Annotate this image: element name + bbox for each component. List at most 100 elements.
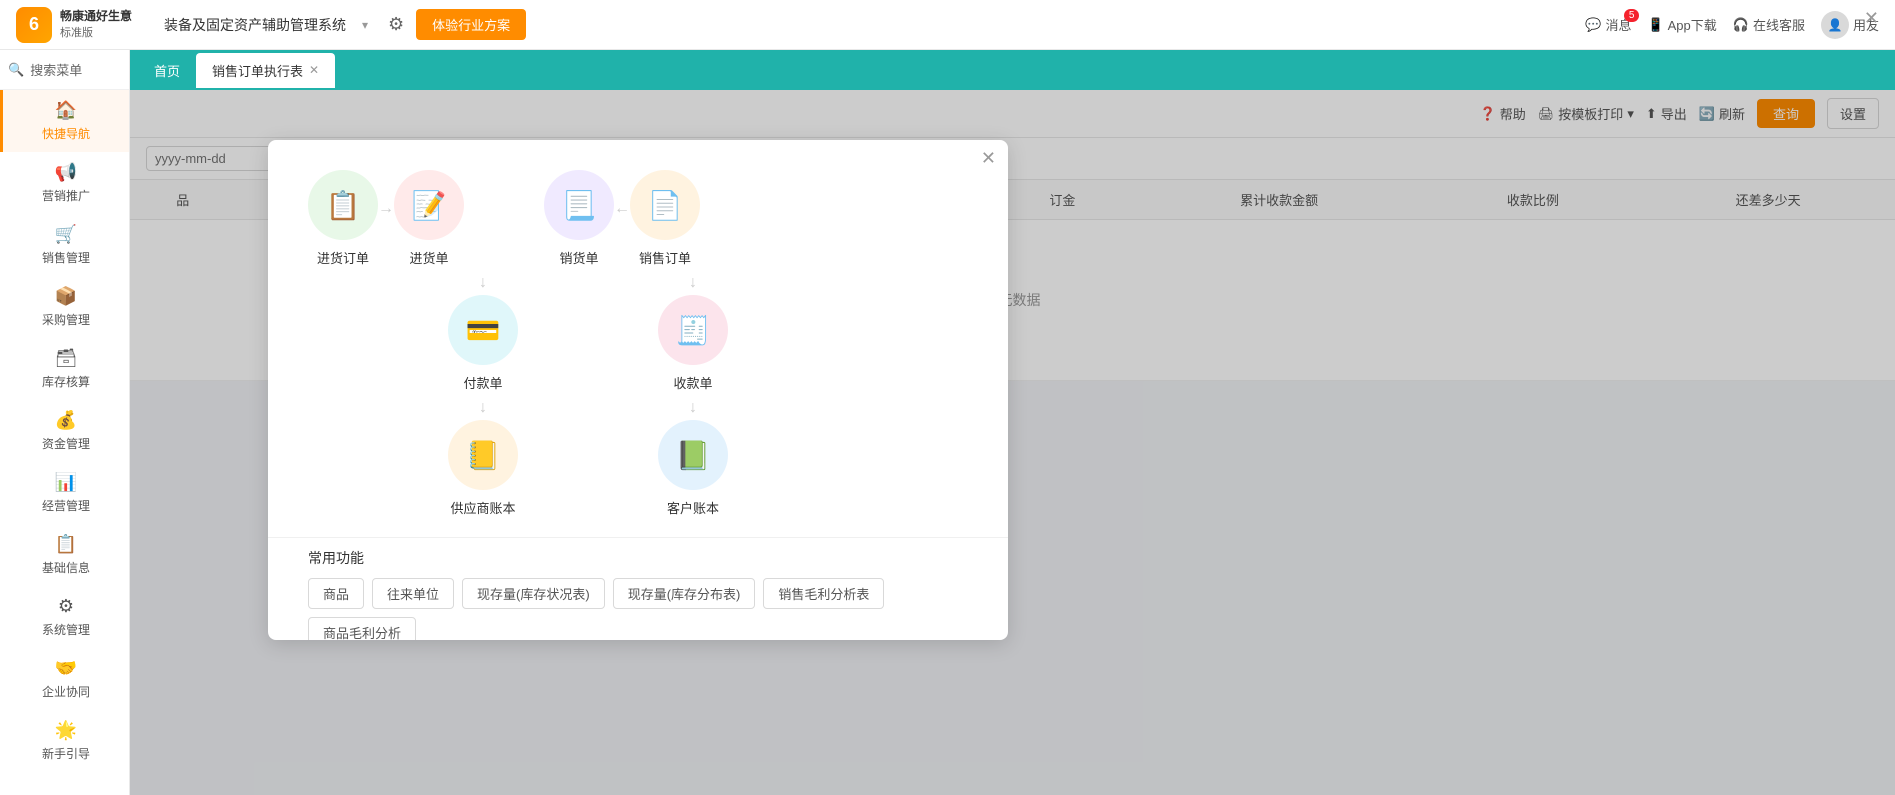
finance-icon: 💰: [55, 410, 77, 431]
supplier-ledger-icon: 📒: [448, 420, 518, 490]
enterprise-label: 企业协同: [42, 683, 90, 700]
search-icon: 🔍: [8, 62, 24, 78]
marketing-label: 营销推广: [42, 187, 90, 204]
purchase-icon: 📦: [55, 286, 77, 307]
purchase-order-label: 进货订单: [317, 248, 369, 267]
sidebar-item-inventory[interactable]: 🗃 库存核算: [0, 338, 129, 400]
tab-close-icon[interactable]: ✕: [309, 63, 319, 77]
sidebar-item-enterprise[interactable]: 🤝 企业协同: [0, 648, 129, 710]
operations-label: 经营管理: [42, 497, 90, 514]
btn-counterpart[interactable]: 往来单位: [372, 578, 454, 609]
sidebar-item-system[interactable]: ⚙ 系统管理: [0, 586, 129, 648]
btn-current-stock-dist[interactable]: 现存量(库存分布表): [613, 578, 756, 609]
newbie-label: 新手引导: [42, 745, 90, 762]
customer-ledger-label: 客户账本: [667, 498, 719, 517]
message-icon: 💬: [1585, 17, 1601, 33]
search-label: 搜索菜单: [30, 60, 82, 79]
supplier-ledger-node: 📒 供应商账本: [448, 420, 518, 517]
common-functions-title: 常用功能: [308, 548, 968, 568]
sidebar-item-finance[interactable]: 💰 资金管理: [0, 400, 129, 462]
app-download-button[interactable]: 📱 App下载: [1647, 15, 1716, 34]
purchase-label: 采购管理: [42, 311, 90, 328]
sales-order-icon: 📄: [630, 170, 700, 240]
trial-button[interactable]: 体验行业方案: [416, 9, 526, 40]
arrow-down-supplier: ↓: [479, 396, 487, 420]
btn-sales-gross-analysis[interactable]: 销售毛利分析表: [763, 578, 884, 609]
message-button[interactable]: 💬 消息 5: [1585, 15, 1631, 34]
logo-text: 畅康通好生意 标准版: [60, 8, 132, 41]
system-title: 装备及固定资产辅助管理系统: [164, 15, 346, 35]
logo-icon: 6: [16, 7, 52, 43]
btn-product[interactable]: 商品: [308, 578, 364, 609]
receipt-slip-node: 🧾 收款单: [658, 295, 728, 392]
logo-area: 6 畅康通好生意 标准版: [16, 7, 136, 43]
sidebar-item-basic-info[interactable]: 📋 基础信息: [0, 524, 129, 586]
top-bar-right: 💬 消息 5 📱 App下载 🎧 在线客服 👤 用友: [1585, 11, 1879, 39]
tab-home[interactable]: 首页: [138, 53, 196, 88]
sales-icon: 🛒: [55, 224, 77, 245]
tab-sales-order[interactable]: 销售订单执行表 ✕: [196, 53, 335, 88]
purchase-slip-node: 📝 进货单: [394, 170, 464, 267]
arrow-purchase: →: [378, 200, 394, 238]
payment-slip-node: 💳 付款单: [448, 295, 518, 392]
btn-product-gross-analysis[interactable]: 商品毛利分析: [308, 617, 416, 640]
finance-label: 资金管理: [42, 435, 90, 452]
sidebar-item-purchase[interactable]: 📦 采购管理: [0, 276, 129, 338]
sidebar-item-marketing[interactable]: 📢 营销推广: [0, 152, 129, 214]
app-download-label: App下载: [1668, 15, 1717, 34]
sales-label: 销售管理: [42, 249, 90, 266]
sidebar: 🔍 搜索菜单 🏠 快捷导航 📢 营销推广 🛒 销售管理 📦 采购管理 🗃: [0, 50, 130, 795]
arrow-down-customer: ↓: [689, 396, 697, 420]
btn-current-stock-status[interactable]: 现存量(库存状况表): [462, 578, 605, 609]
sales-slip-icon: 📃: [544, 170, 614, 240]
arrow-sales: ←: [614, 200, 630, 238]
quick-nav-icon: 🏠: [55, 100, 77, 121]
basic-info-icon: 📋: [55, 534, 77, 555]
message-badge: 5: [1624, 9, 1640, 22]
sales-order-node: 📄 销售订单: [630, 170, 700, 267]
arrow-down-payment: ↓: [479, 271, 487, 295]
system-icon: ⚙: [58, 596, 74, 617]
purchase-order-node: 📋 进货订单: [308, 170, 378, 267]
purchase-order-icon: 📋: [308, 170, 378, 240]
page-area: 首页 销售订单执行表 ✕ ✕ ❓ 帮助 🖨 按模板打印: [130, 50, 1895, 795]
payment-slip-label: 付款单: [463, 373, 502, 392]
top-bar-left: 6 畅康通好生意 标准版 装备及固定资产辅助管理系统 ▾ ⚙ 体验行业方案: [16, 7, 526, 43]
inventory-label: 库存核算: [42, 373, 90, 390]
top-bar: 6 畅康通好生意 标准版 装备及固定资产辅助管理系统 ▾ ⚙ 体验行业方案 💬 …: [0, 0, 1895, 50]
enterprise-icon: 🤝: [55, 658, 77, 679]
tab-sales-order-label: 销售订单执行表: [212, 61, 303, 80]
modal-overlay: ✕ 📋 进货订单: [130, 90, 1895, 795]
sales-order-label: 销售订单: [639, 248, 691, 267]
purchase-slip-icon: 📝: [394, 170, 464, 240]
purchase-slip-label: 进货单: [409, 248, 448, 267]
tab-bar: 首页 销售订单执行表 ✕ ✕: [130, 50, 1895, 90]
customer-ledger-node: 📗 客户账本: [658, 420, 728, 517]
sales-slip-label: 销货单: [559, 248, 598, 267]
receipt-slip-label: 收款单: [673, 373, 712, 392]
sales-slip-node: 📃 销货单: [544, 170, 614, 267]
sidebar-search[interactable]: 🔍 搜索菜单: [0, 50, 129, 90]
online-service-button[interactable]: 🎧 在线客服: [1733, 15, 1805, 34]
content-body: ❓ 帮助 🖨 按模板打印 ▾ ⬆ 导出 🔄 刷新: [130, 90, 1895, 795]
receipt-slip-icon: 🧾: [658, 295, 728, 365]
modal-close-button[interactable]: ✕: [981, 148, 996, 169]
download-icon: 📱: [1647, 17, 1663, 33]
customer-ledger-icon: 📗: [658, 420, 728, 490]
newbie-icon: 🌟: [55, 720, 77, 741]
basic-info-label: 基础信息: [42, 559, 90, 576]
arrow-down-receipt: ↓: [689, 271, 697, 295]
sidebar-item-quick-nav[interactable]: 🏠 快捷导航: [0, 90, 129, 152]
inventory-icon: 🗃: [55, 348, 78, 369]
system-dropdown-icon[interactable]: ▾: [362, 18, 368, 32]
settings-icon[interactable]: ⚙: [388, 14, 404, 35]
common-section: 常用功能 商品 往来单位 现存量(库存状况表) 现存量(库存分布表) 销售毛利分…: [268, 537, 1008, 640]
app-wrapper: 6 畅康通好生意 标准版 装备及固定资产辅助管理系统 ▾ ⚙ 体验行业方案 💬 …: [0, 0, 1895, 795]
avatar: 👤: [1821, 11, 1849, 39]
sidebar-item-newbie[interactable]: 🌟 新手引导: [0, 710, 129, 772]
sidebar-item-sales[interactable]: 🛒 销售管理: [0, 214, 129, 276]
sidebar-item-operations[interactable]: 📊 经营管理: [0, 462, 129, 524]
common-buttons: 商品 往来单位 现存量(库存状况表) 现存量(库存分布表) 销售毛利分析表 商品…: [308, 578, 968, 640]
logo-edition: 标准版: [60, 27, 93, 39]
payment-slip-icon: 💳: [448, 295, 518, 365]
